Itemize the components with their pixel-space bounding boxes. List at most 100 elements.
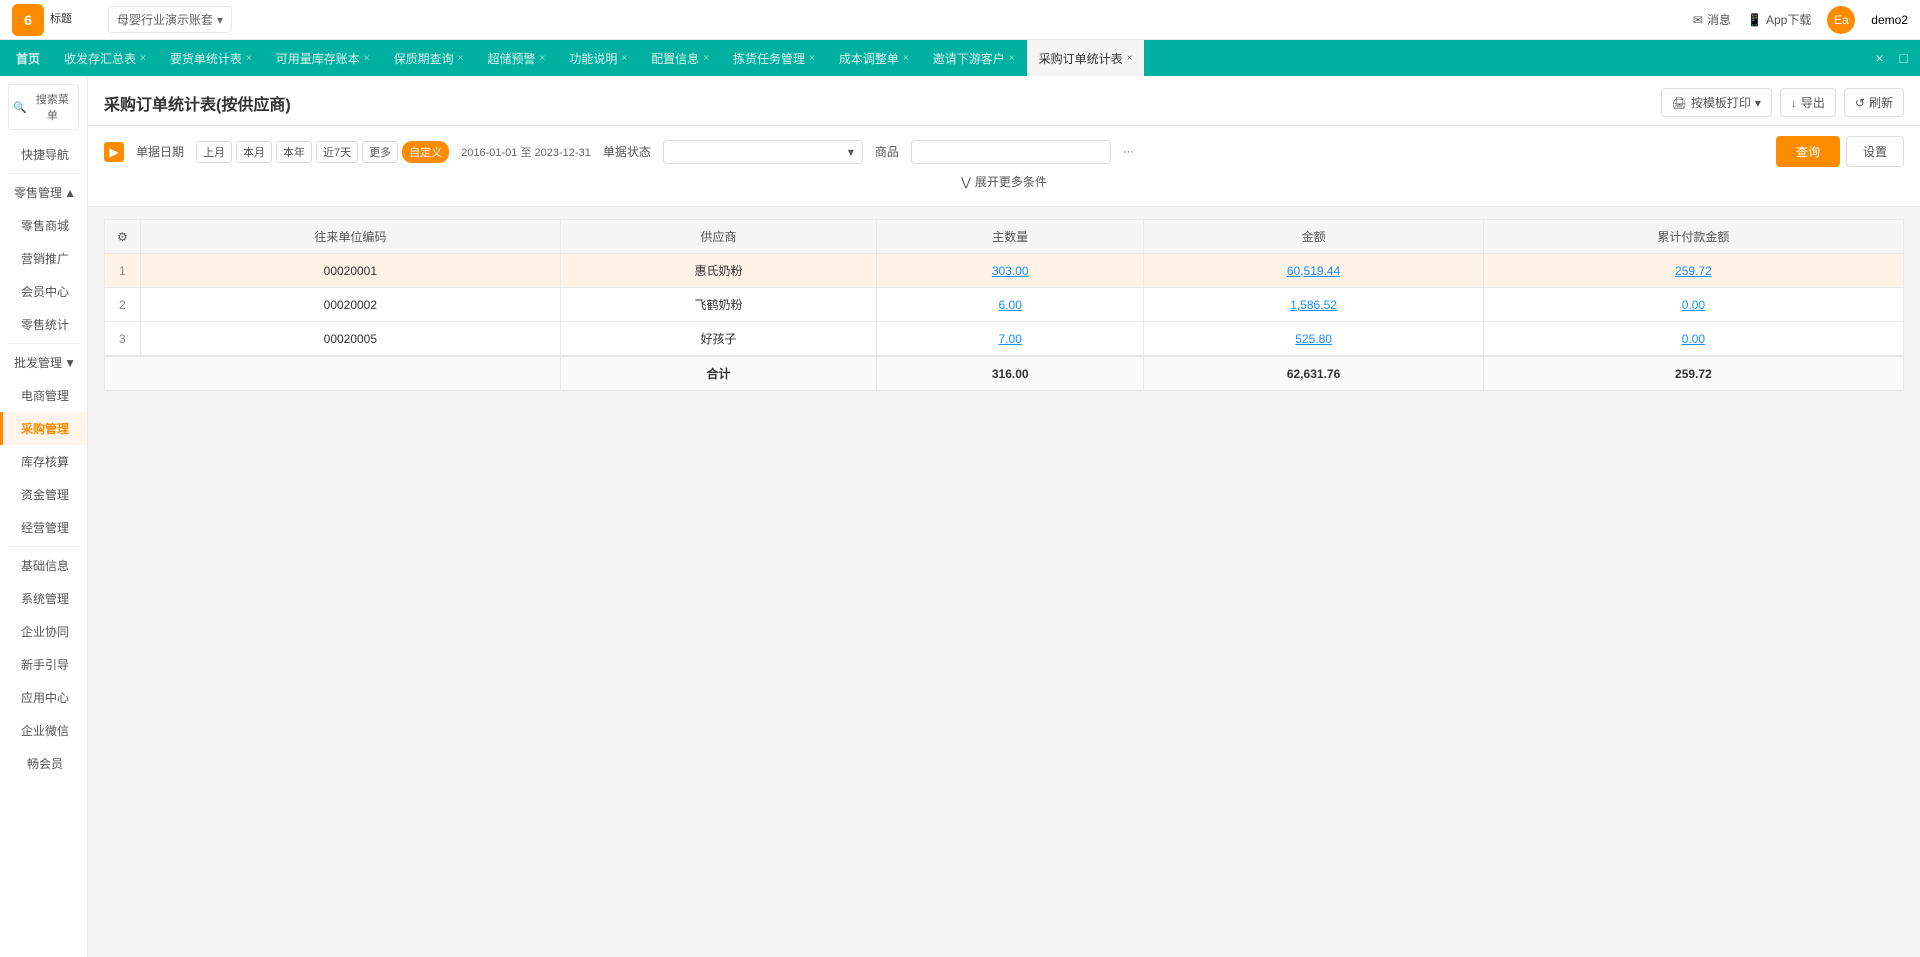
header-actions: 🖨 按模板打印 ▾ ↓ 导出 ↺ 刷新 (1661, 88, 1904, 117)
sidebar-item-purchase-mgmt[interactable]: 采购管理 (0, 412, 87, 445)
sidebar-item-member-center[interactable]: 会员中心 (0, 275, 87, 308)
settings-gear-icon[interactable]: ⚙ (117, 230, 128, 244)
tab-label: 功能说明 (569, 50, 617, 67)
tab-close-icon[interactable]: × (1009, 53, 1015, 64)
shortcut-this-year[interactable]: 本年 (276, 141, 312, 163)
tab-function-desc[interactable]: 功能说明 × (557, 40, 639, 76)
export-icon: ↓ (1791, 96, 1797, 110)
status-select[interactable]: ▾ (663, 140, 863, 164)
supplier-name: 飞鹤奶粉 (560, 288, 876, 322)
unit-code: 00020002 (140, 288, 560, 322)
filter-settings-btn[interactable]: 设置 (1846, 136, 1904, 167)
sidebar: 🔍 搜索菜单 快捷导航 零售管理 ▲ 零售商城 营销推广 会员中心 零售统计 批… (0, 76, 88, 957)
shortcut-custom[interactable]: 自定义 (402, 141, 449, 163)
footer-empty (105, 356, 561, 391)
tab-close-icon[interactable]: × (458, 53, 464, 64)
goods-more-btn[interactable]: ··· (1123, 146, 1134, 158)
sidebar-item-enterprise-wechat[interactable]: 企业微信 (0, 714, 87, 747)
close-tab-all-btn[interactable]: × (1867, 46, 1891, 70)
date-label: 单据日期 (136, 143, 184, 160)
shortcut-last-month[interactable]: 上月 (196, 141, 232, 163)
workspace-chevron-icon: ▾ (217, 13, 223, 27)
sidebar-item-operation-mgmt[interactable]: 经营管理 (0, 511, 87, 544)
message-btn[interactable]: ✉ 消息 (1693, 11, 1731, 28)
maximize-btn[interactable]: □ (1892, 46, 1916, 70)
tab-close-icon[interactable]: × (364, 53, 370, 64)
top-right-actions: ✉ 消息 📱 App下载 Ea demo2 (1693, 6, 1908, 34)
unit-code: 00020005 (140, 322, 560, 357)
paid-value: 0.00 (1483, 288, 1903, 322)
tab-picking-task[interactable]: 拣货任务管理 × (721, 40, 827, 76)
sidebar-item-app-center[interactable]: 应用中心 (0, 681, 87, 714)
sidebar-item-basic-info[interactable]: 基础信息 (0, 549, 87, 582)
sidebar-item-retail-stats[interactable]: 零售统计 (0, 308, 87, 341)
footer-paid: 259.72 (1483, 356, 1903, 391)
shortcut-more[interactable]: 更多 (362, 141, 398, 163)
user-name: demo2 (1871, 13, 1908, 27)
sidebar-item-ecommerce-mgmt[interactable]: 电商管理 (0, 379, 87, 412)
sidebar-item-enterprise-collab[interactable]: 企业协同 (0, 615, 87, 648)
tab-receive-summary[interactable]: 收发存汇总表 × (52, 40, 158, 76)
data-table: ⚙ 往来单位编码 供应商 主数量 金额 累计付款金额 1 00020001 惠氏… (104, 219, 1904, 391)
export-btn[interactable]: ↓ 导出 (1780, 88, 1836, 117)
table-container: ⚙ 往来单位编码 供应商 主数量 金额 累计付款金额 1 00020001 惠氏… (88, 207, 1920, 957)
tab-cost-adjust[interactable]: 成本调整单 × (827, 40, 921, 76)
avatar-text: Ea (1834, 13, 1849, 27)
query-btn[interactable]: 查询 (1776, 136, 1840, 167)
goods-label: 商品 (875, 143, 899, 160)
tab-overstock-warning[interactable]: 超储预警 × (475, 40, 557, 76)
workspace-selector[interactable]: 母婴行业演示账套 ▾ (108, 6, 232, 33)
user-avatar[interactable]: Ea (1827, 6, 1855, 34)
tab-label: 成本调整单 (839, 50, 899, 67)
tab-home-label: 首页 (16, 50, 40, 67)
sidebar-item-marketing[interactable]: 营销推广 (0, 242, 87, 275)
row-number: 2 (105, 288, 141, 322)
tab-close-icon[interactable]: × (246, 53, 252, 64)
goods-input[interactable] (911, 140, 1111, 164)
refresh-btn[interactable]: ↺ 刷新 (1844, 88, 1904, 117)
sidebar-item-quick-nav[interactable]: 快捷导航 (0, 138, 87, 171)
tab-close-icon[interactable]: × (140, 53, 146, 64)
sidebar-divider-2 (8, 546, 79, 547)
footer-label: 合计 (560, 356, 876, 391)
tab-close-icon[interactable]: × (1127, 53, 1133, 64)
sidebar-item-retail-mgmt[interactable]: 零售管理 ▲ (0, 176, 87, 209)
tab-config-info[interactable]: 配置信息 × (639, 40, 721, 76)
tab-order-summary[interactable]: 要货单统计表 × (158, 40, 264, 76)
tab-close-icon[interactable]: × (903, 53, 909, 64)
tab-close-icon[interactable]: × (703, 53, 709, 64)
search-menu-btn[interactable]: 🔍 搜索菜单 (8, 84, 79, 130)
tab-invite-downstream[interactable]: 邀请下游客户 × (921, 40, 1027, 76)
tab-close-icon[interactable]: × (539, 53, 545, 64)
app-download-btn[interactable]: 📱 App下载 (1747, 11, 1811, 28)
sidebar-item-retail-shop[interactable]: 零售商城 (0, 209, 87, 242)
print-btn[interactable]: 🖨 按模板打印 ▾ (1661, 88, 1772, 117)
sidebar-item-system-mgmt[interactable]: 系统管理 (0, 582, 87, 615)
page-title: 采购订单统计表(按供应商) (104, 91, 291, 115)
shortcut-this-month[interactable]: 本月 (236, 141, 272, 163)
tab-close-icon[interactable]: × (621, 53, 627, 64)
tab-warranty-query[interactable]: 保质期查询 × (382, 40, 476, 76)
amount-value: 525.80 (1144, 322, 1483, 357)
sidebar-item-inventory-check[interactable]: 库存核算 (0, 445, 87, 478)
tab-close-icon[interactable]: × (809, 53, 815, 64)
date-shortcuts: 上月 本月 本年 近7天 更多 自定义 (196, 141, 449, 163)
print-icon: 🖨 (1672, 96, 1687, 110)
logo-text: 标题 (50, 13, 72, 26)
sidebar-item-member[interactable]: 畅会员 (0, 747, 87, 780)
workspace-name: 母婴行业演示账套 (117, 11, 213, 28)
tab-label: 要货单统计表 (170, 50, 242, 67)
tab-label: 邀请下游客户 (933, 50, 1005, 67)
tab-home[interactable]: 首页 (4, 40, 52, 76)
date-range-display: 2016-01-01 至 2023-12-31 (461, 144, 591, 160)
chevron-icon: ▲ (64, 186, 76, 200)
filter-toggle-btn[interactable]: ▶ (104, 142, 124, 162)
sidebar-item-finance-mgmt[interactable]: 资金管理 (0, 478, 87, 511)
shortcut-7days[interactable]: 近7天 (316, 141, 358, 163)
tab-available-stock[interactable]: 可用量库存账本 × (264, 40, 382, 76)
tab-purchase-order-summary[interactable]: 采购订单统计表 × (1027, 40, 1145, 76)
sidebar-item-wholesale-mgmt[interactable]: 批发管理 ▼ (0, 346, 87, 379)
table-header: ⚙ 往来单位编码 供应商 主数量 金额 累计付款金额 (105, 220, 1904, 254)
sidebar-item-new-guide[interactable]: 新手引导 (0, 648, 87, 681)
expand-more-btn[interactable]: ⋁ 展开更多条件 (104, 167, 1904, 196)
